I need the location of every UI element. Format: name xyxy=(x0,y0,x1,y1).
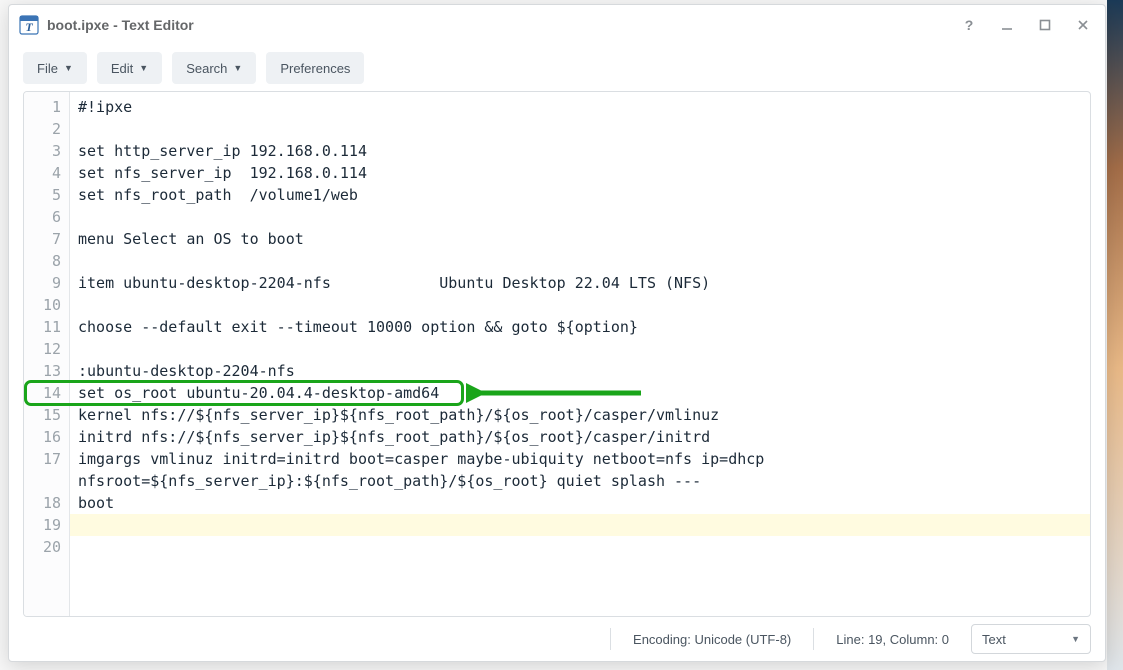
line-number: 19 xyxy=(24,514,69,536)
code-line[interactable]: set http_server_ip 192.168.0.114 xyxy=(70,140,1090,162)
line-number: 17 xyxy=(24,448,69,470)
code-line[interactable] xyxy=(70,118,1090,140)
status-encoding: Encoding: Unicode (UTF-8) xyxy=(633,632,791,647)
line-number: 14 xyxy=(24,382,69,404)
minimize-icon[interactable] xyxy=(995,13,1019,37)
window-controls: ? xyxy=(957,13,1095,37)
preferences-button[interactable]: Preferences xyxy=(266,52,364,84)
help-icon[interactable]: ? xyxy=(957,13,981,37)
code-line[interactable]: set os_root ubuntu-20.04.4-desktop-amd64 xyxy=(70,382,1090,404)
code-line[interactable]: set nfs_server_ip 192.168.0.114 xyxy=(70,162,1090,184)
code-line[interactable] xyxy=(70,514,1090,536)
line-number: 6 xyxy=(24,206,69,228)
code-line[interactable]: #!ipxe xyxy=(70,96,1090,118)
line-number: 2 xyxy=(24,118,69,140)
chevron-down-icon: ▼ xyxy=(64,63,73,73)
text-editor-window: T boot.ipxe - Text Editor ? File ▼ Edit … xyxy=(8,4,1106,662)
syntax-mode-select[interactable]: Text ▼ xyxy=(971,624,1091,654)
line-number: 13 xyxy=(24,360,69,382)
code-line[interactable]: boot xyxy=(70,492,1090,514)
code-line[interactable] xyxy=(70,338,1090,360)
search-menu-label: Search xyxy=(186,61,227,76)
line-gutter: 1234567891011121314151617181920 xyxy=(24,92,70,616)
app-icon: T xyxy=(19,15,39,35)
code-area[interactable]: #!ipxeset http_server_ip 192.168.0.114se… xyxy=(70,92,1090,616)
edit-menu[interactable]: Edit ▼ xyxy=(97,52,162,84)
line-number: 15 xyxy=(24,404,69,426)
chevron-down-icon: ▼ xyxy=(1071,634,1080,644)
status-cursor-position: Line: 19, Column: 0 xyxy=(836,632,949,647)
line-number: 5 xyxy=(24,184,69,206)
preferences-label: Preferences xyxy=(280,61,350,76)
code-line[interactable]: menu Select an OS to boot xyxy=(70,228,1090,250)
code-line[interactable] xyxy=(70,294,1090,316)
line-number: 11 xyxy=(24,316,69,338)
code-line[interactable] xyxy=(70,536,1090,558)
line-number: 10 xyxy=(24,294,69,316)
line-number: 18 xyxy=(24,492,69,514)
line-number: 9 xyxy=(24,272,69,294)
maximize-icon[interactable] xyxy=(1033,13,1057,37)
code-line[interactable] xyxy=(70,206,1090,228)
line-number: 16 xyxy=(24,426,69,448)
code-line[interactable]: nfsroot=${nfs_server_ip}:${nfs_root_path… xyxy=(70,470,1090,492)
code-line[interactable]: :ubuntu-desktop-2204-nfs xyxy=(70,360,1090,382)
status-bar: Encoding: Unicode (UTF-8) Line: 19, Colu… xyxy=(9,617,1105,661)
line-number: 3 xyxy=(24,140,69,162)
code-line[interactable]: kernel nfs://${nfs_server_ip}${nfs_root_… xyxy=(70,404,1090,426)
line-number xyxy=(24,470,69,492)
line-number: 4 xyxy=(24,162,69,184)
code-line[interactable]: choose --default exit --timeout 10000 op… xyxy=(70,316,1090,338)
editor[interactable]: 1234567891011121314151617181920 #!ipxese… xyxy=(23,91,1091,617)
code-line[interactable]: initrd nfs://${nfs_server_ip}${nfs_root_… xyxy=(70,426,1090,448)
line-number: 1 xyxy=(24,96,69,118)
line-number: 8 xyxy=(24,250,69,272)
chevron-down-icon: ▼ xyxy=(139,63,148,73)
code-line[interactable] xyxy=(70,250,1090,272)
file-menu[interactable]: File ▼ xyxy=(23,52,87,84)
line-number: 20 xyxy=(24,536,69,558)
code-line[interactable]: item ubuntu-desktop-2204-nfs Ubuntu Desk… xyxy=(70,272,1090,294)
close-icon[interactable] xyxy=(1071,13,1095,37)
chevron-down-icon: ▼ xyxy=(233,63,242,73)
line-number: 7 xyxy=(24,228,69,250)
edit-menu-label: Edit xyxy=(111,61,133,76)
search-menu[interactable]: Search ▼ xyxy=(172,52,256,84)
titlebar: T boot.ipxe - Text Editor ? xyxy=(9,5,1105,45)
toolbar: File ▼ Edit ▼ Search ▼ Preferences xyxy=(9,45,1105,91)
code-line[interactable]: set nfs_root_path /volume1/web xyxy=(70,184,1090,206)
desktop-background-edge xyxy=(1107,0,1123,670)
line-number: 12 xyxy=(24,338,69,360)
file-menu-label: File xyxy=(37,61,58,76)
syntax-mode-label: Text xyxy=(982,632,1006,647)
code-line[interactable]: imgargs vmlinuz initrd=initrd boot=caspe… xyxy=(70,448,1090,470)
svg-text:T: T xyxy=(25,20,33,34)
window-title: boot.ipxe - Text Editor xyxy=(47,17,194,33)
